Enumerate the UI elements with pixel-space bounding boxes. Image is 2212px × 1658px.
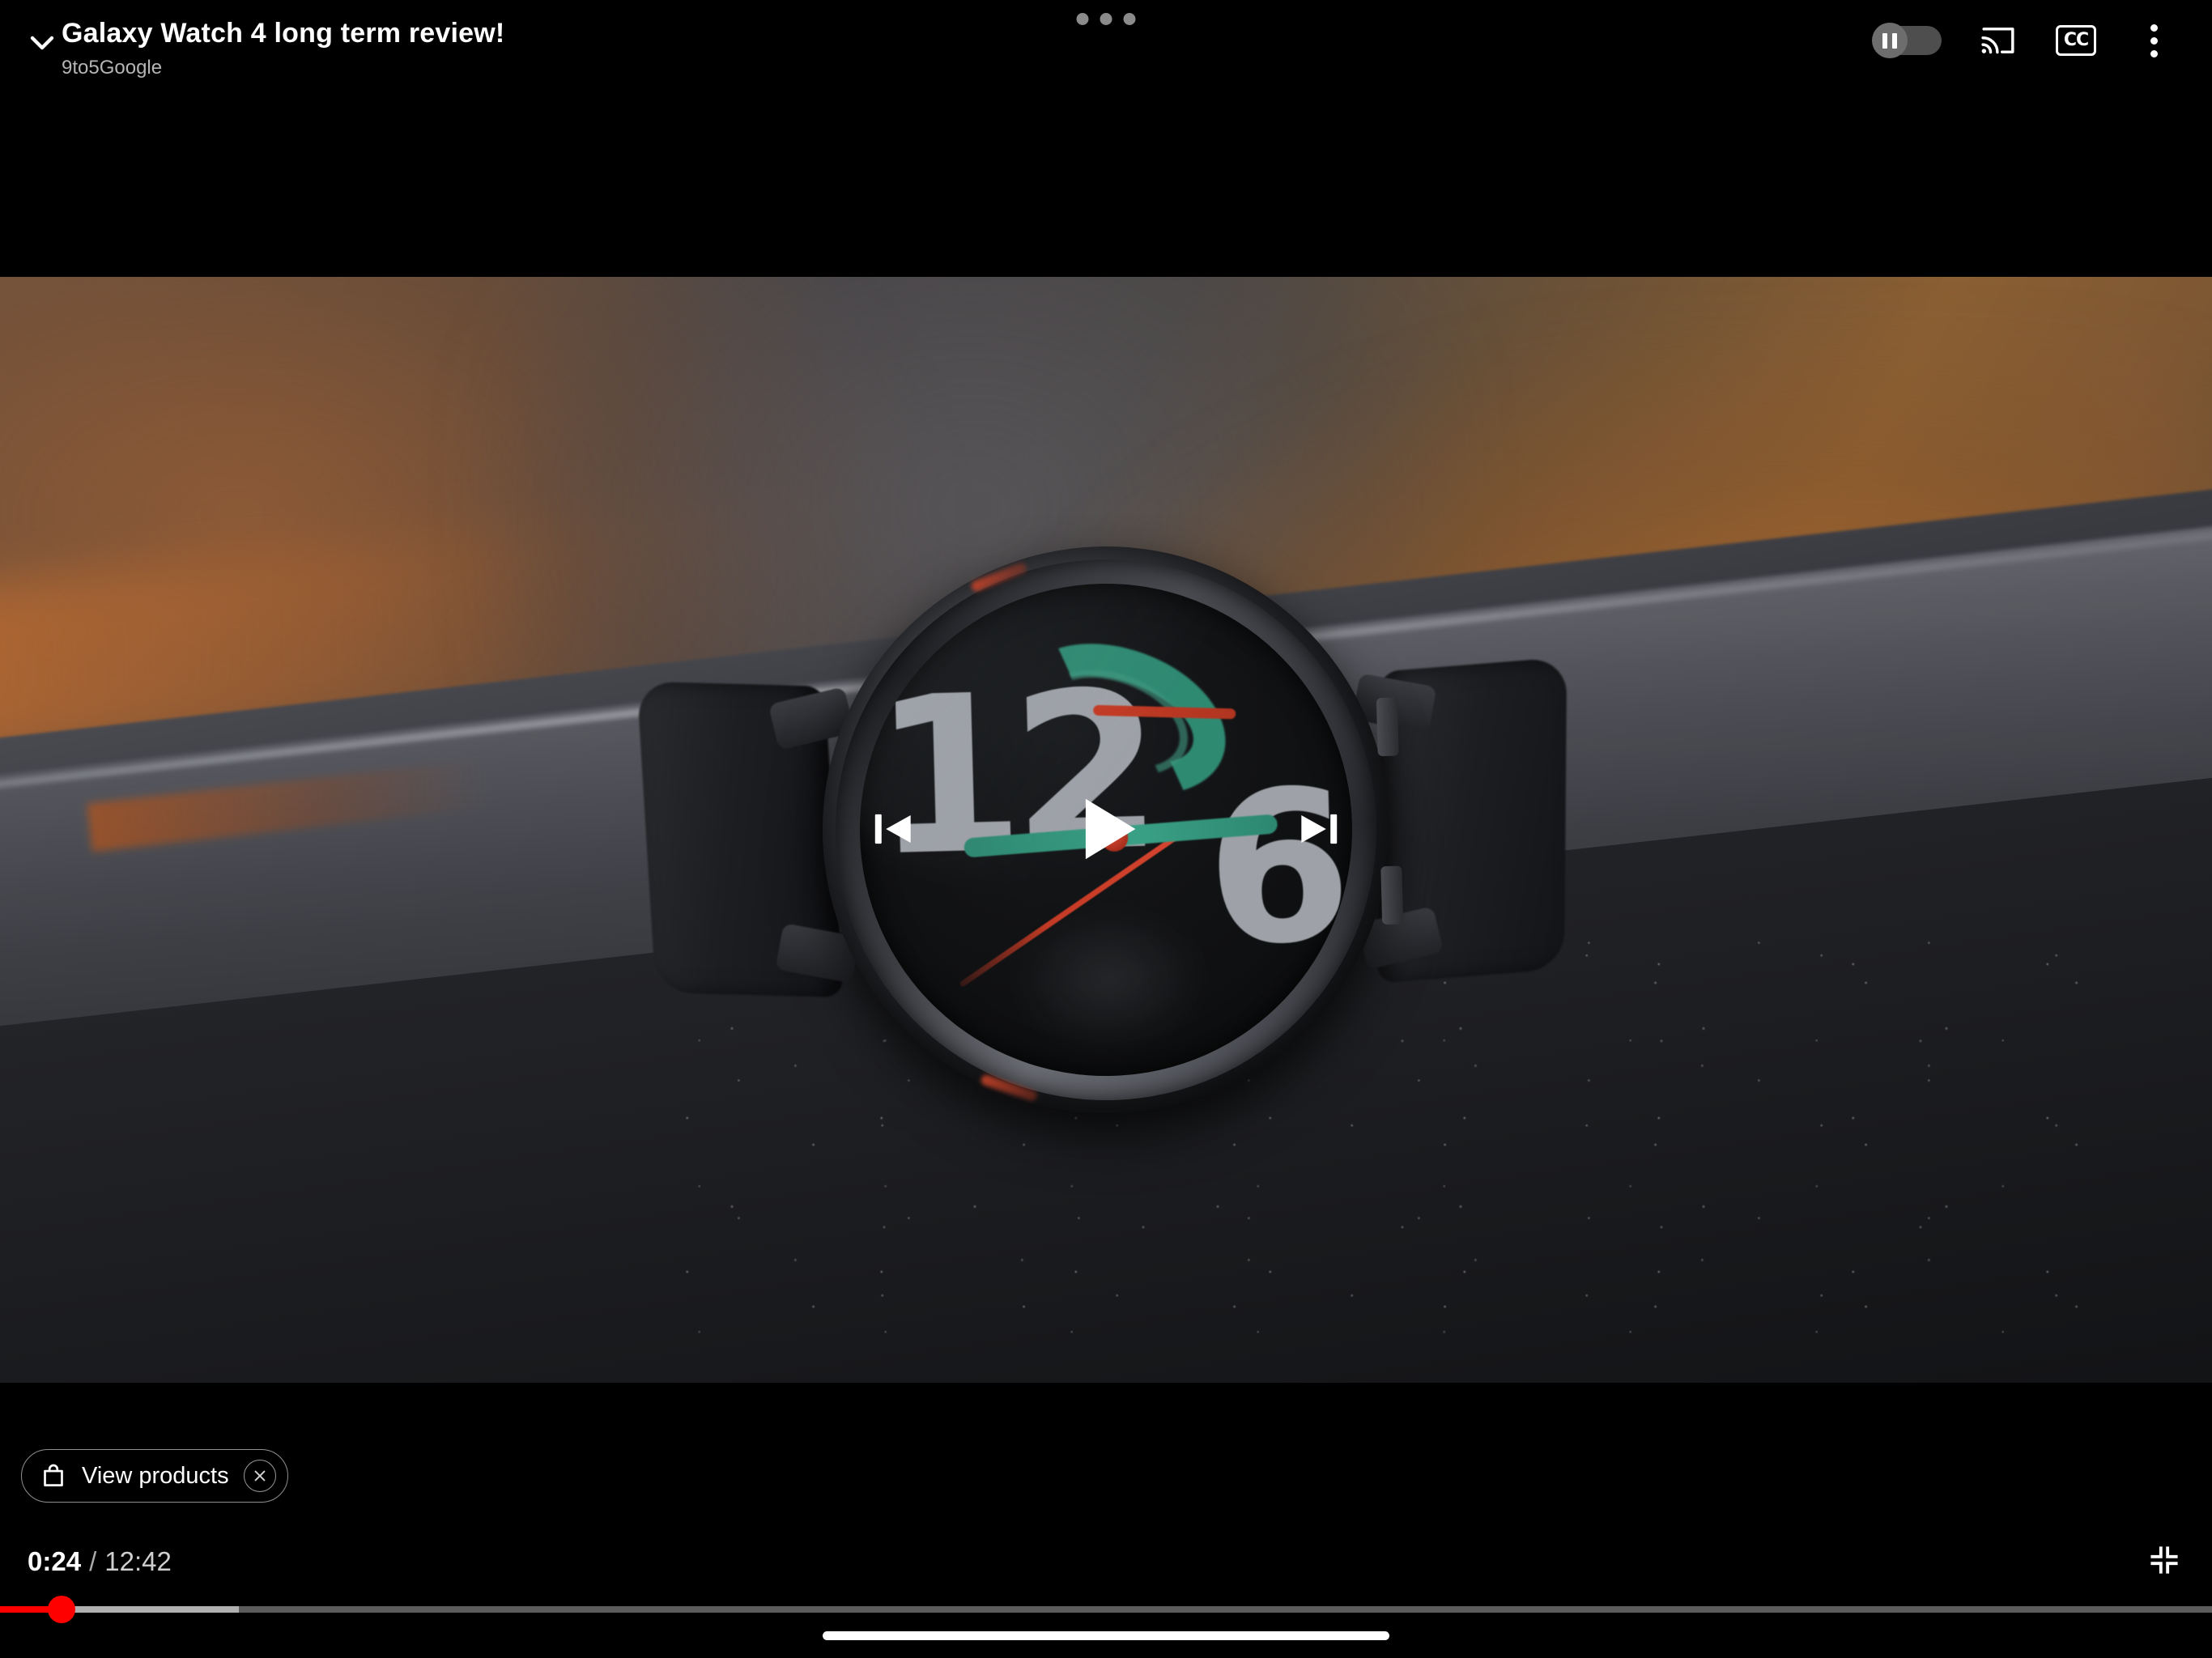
view-products-chip[interactable]: View products (21, 1449, 288, 1503)
video-player: 12 6 Galaxy Watch 4 long (0, 0, 2212, 1658)
page-title: Galaxy Watch 4 long term review! (62, 18, 505, 49)
time-separator: / (89, 1546, 97, 1576)
player-top-bar: Galaxy Watch 4 long term review! 9to5Goo… (0, 0, 2212, 277)
video-info: Galaxy Watch 4 long term review! 9to5Goo… (62, 18, 504, 79)
more-vertical-icon[interactable] (2115, 11, 2193, 70)
view-products-label: View products (82, 1462, 229, 1489)
handle-dot (1076, 13, 1089, 25)
watch-crown-top (1376, 697, 1399, 757)
channel-name[interactable]: 9to5Google (62, 57, 504, 79)
handle-dot (1123, 13, 1136, 25)
pause-icon (1872, 23, 1908, 58)
autoplay-pause-toggle[interactable] (1872, 23, 1942, 58)
playback-controls (868, 787, 1344, 871)
cast-icon[interactable] (1959, 11, 2037, 70)
menu-dot (2150, 23, 2158, 32)
handle-dot (1100, 13, 1112, 25)
menu-dot (2150, 36, 2158, 45)
time-display: 0:24 / 12:42 (28, 1546, 172, 1577)
menu-dot (2150, 49, 2158, 57)
skip-next-icon[interactable] (1294, 804, 1344, 854)
player-bottom-bar (0, 1383, 2212, 1658)
cc-icon[interactable]: CC (2037, 11, 2115, 70)
skip-previous-icon[interactable] (868, 804, 918, 854)
watch-crown-bottom (1380, 865, 1404, 925)
seek-handle[interactable] (48, 1596, 76, 1623)
watch-face-shadow (1006, 901, 1213, 1058)
three-dots-handle[interactable] (1076, 13, 1136, 25)
seek-track (0, 1606, 2212, 1613)
current-time: 0:24 (28, 1546, 82, 1576)
close-icon[interactable] (243, 1460, 276, 1492)
total-duration: 12:42 (104, 1546, 172, 1576)
chevron-down-icon[interactable] (23, 23, 62, 62)
top-right-controls: CC (1872, 11, 2193, 70)
seek-bar[interactable] (0, 1596, 2212, 1623)
exit-fullscreen-icon[interactable] (2139, 1535, 2189, 1585)
play-icon[interactable] (1064, 787, 1148, 871)
home-indicator-pill (823, 1631, 1389, 1640)
cc-label: CC (2056, 25, 2096, 56)
shopping-bag-icon (40, 1462, 67, 1490)
